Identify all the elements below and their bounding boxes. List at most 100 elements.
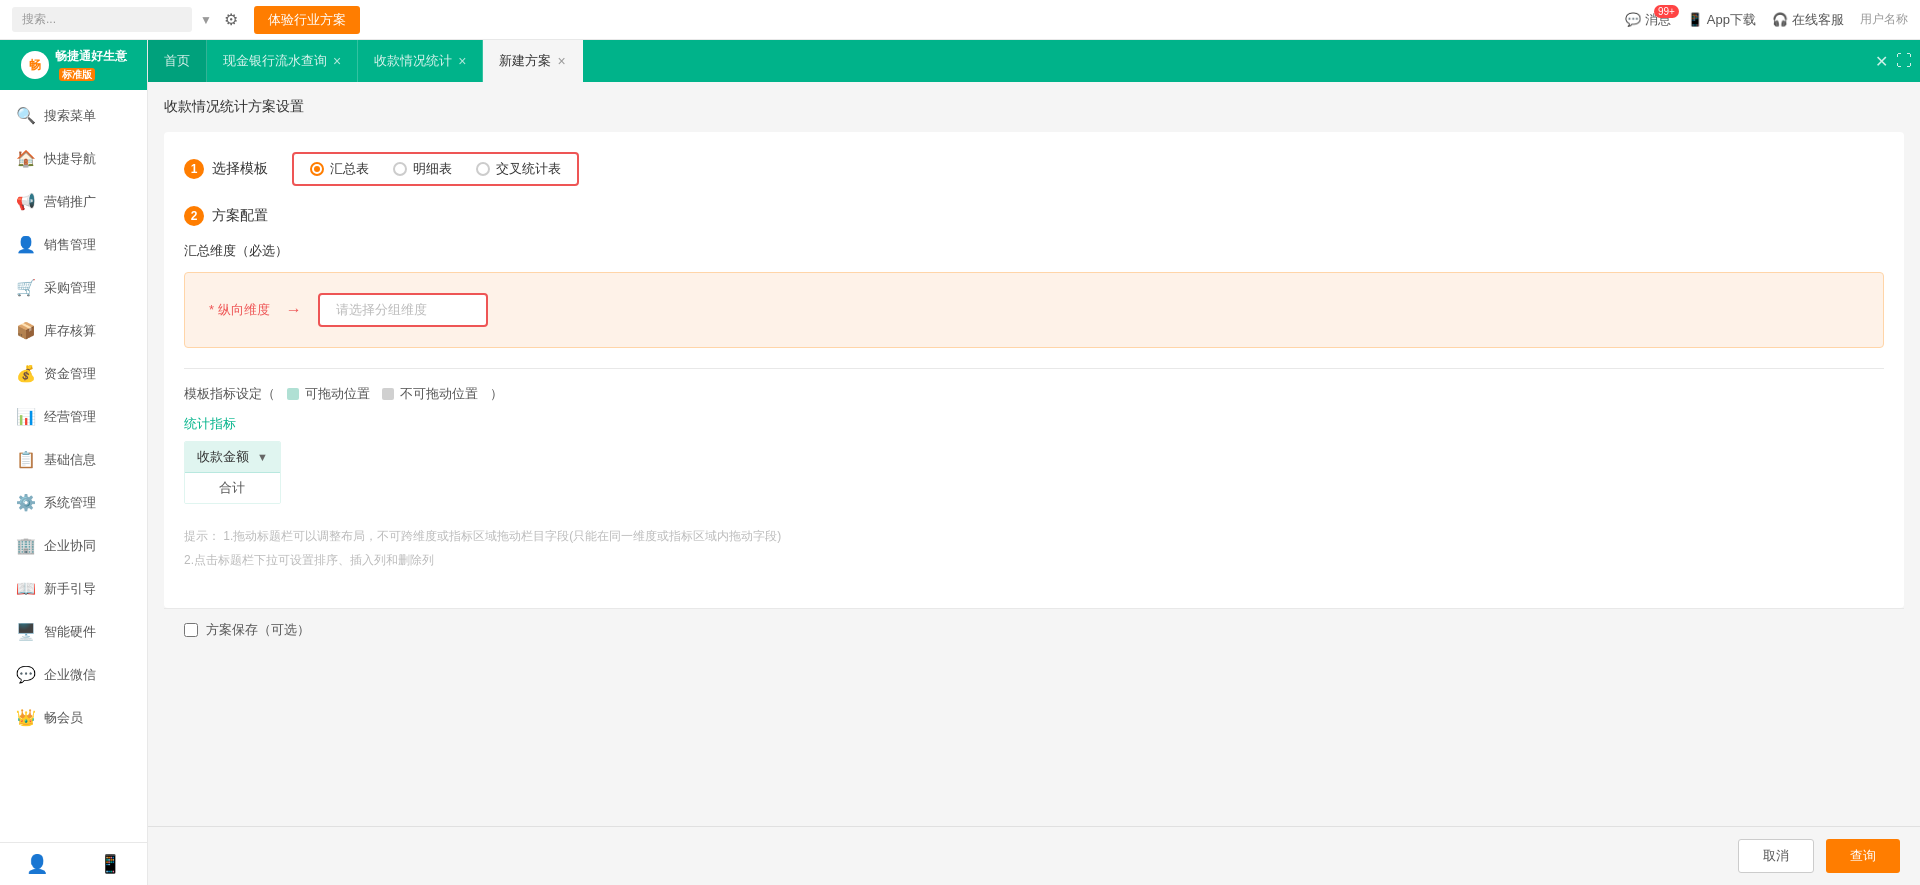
sidebar-item-wechat[interactable]: 💬 企业微信	[0, 653, 147, 696]
sidebar-item-purchase[interactable]: 🛒 采购管理	[0, 266, 147, 309]
sidebar-item-marketing[interactable]: 📢 营销推广	[0, 180, 147, 223]
save-section: 方案保存（可选）	[164, 608, 1904, 651]
sidebar-item-operations[interactable]: 📊 经营管理	[0, 395, 147, 438]
metrics-header[interactable]: 收款金额 ▼	[185, 442, 280, 473]
sidebar-item-sales[interactable]: 👤 销售管理	[0, 223, 147, 266]
sidebar-items: 🔍 搜索菜单 🏠 快捷导航 📢 营销推广 👤 销售管理 🛒 采购管理 📦	[0, 90, 147, 842]
tab-cash-bank-close-icon[interactable]: ×	[333, 54, 341, 68]
cancel-button[interactable]: 取消	[1738, 839, 1814, 873]
home-icon: 🏠	[16, 149, 36, 168]
tab-maximize-icon[interactable]: ⛶	[1896, 52, 1912, 70]
hint-1: 提示： 1.拖动标题栏可以调整布局，不可跨维度或指标区域拖动栏目字段(只能在同一…	[184, 524, 1884, 548]
query-button[interactable]: 查询	[1826, 839, 1900, 873]
template-radio-group: 汇总表 明细表 交叉统计表	[292, 152, 579, 186]
wechat-icon: 💬	[16, 665, 36, 684]
service-button[interactable]: 🎧 在线客服	[1772, 11, 1844, 29]
metrics-dropdown-icon[interactable]: ▼	[257, 451, 268, 463]
app-name: 畅捷通好生意	[55, 48, 127, 65]
message-icon: 💬	[1625, 12, 1641, 27]
fixed-indicator: 不可拖动位置	[382, 385, 478, 403]
tab-receipt-stats-close-icon[interactable]: ×	[458, 54, 466, 68]
message-button[interactable]: 💬 99+ 消息	[1625, 11, 1671, 29]
system-icon: ⚙️	[16, 493, 36, 512]
tab-home[interactable]: 首页	[148, 40, 207, 82]
tab-cash-bank[interactable]: 现金银行流水查询 ×	[207, 40, 358, 82]
sidebar-label-guide: 新手引导	[44, 580, 96, 598]
step1-section: 1 选择模板 汇总表 明细表 交叉统计表	[184, 152, 1884, 186]
metrics-suffix: ）	[490, 385, 503, 403]
radio-summary-circle	[310, 162, 324, 176]
fixed-label: 不可拖动位置	[400, 385, 478, 403]
sidebar-item-member[interactable]: 👑 畅会员	[0, 696, 147, 739]
radio-cross[interactable]: 交叉统计表	[476, 160, 561, 178]
form-card: 1 选择模板 汇总表 明细表 交叉统计表	[164, 132, 1904, 608]
sidebar-item-finance[interactable]: 💰 资金管理	[0, 352, 147, 395]
summary-dimension-title: 汇总维度（必选）	[184, 242, 1884, 260]
tab-close-action-icon[interactable]: ✕	[1875, 52, 1888, 71]
draggable-indicator: 可拖动位置	[287, 385, 370, 403]
metrics-toggle: 模板指标设定（ 可拖动位置 不可拖动位置 ）	[184, 385, 1884, 403]
radio-detail-circle	[393, 162, 407, 176]
sidebar-label-system: 系统管理	[44, 494, 96, 512]
sidebar: 畅 畅捷通好生意 标准版 🔍 搜索菜单 🏠 快捷导航 📢 营销推广 👤	[0, 40, 148, 885]
settings-icon[interactable]: ⚙	[224, 10, 238, 29]
hardware-icon: 🖥️	[16, 622, 36, 641]
sidebar-label-inventory: 库存核算	[44, 322, 96, 340]
dimension-placeholder: 请选择分组维度	[336, 302, 427, 317]
user-info[interactable]: 用户名称	[1860, 11, 1908, 28]
radio-detail[interactable]: 明细表	[393, 160, 452, 178]
sidebar-label-enterprise: 企业协同	[44, 537, 96, 555]
dimension-select[interactable]: 请选择分组维度	[318, 293, 488, 327]
search-box[interactable]: 搜索...	[12, 7, 192, 32]
divider	[184, 368, 1884, 369]
dropdown-arrow-icon[interactable]: ▼	[200, 13, 212, 27]
scan-icon: 📱	[99, 853, 121, 875]
sidebar-bottom: 👤 📱	[0, 842, 147, 885]
search-icon: 🔍	[16, 106, 36, 125]
guide-icon: 📖	[16, 579, 36, 598]
sidebar-label-operations: 经营管理	[44, 408, 96, 426]
tab-new-plan[interactable]: 新建方案 ×	[483, 40, 582, 82]
purchase-icon: 🛒	[16, 278, 36, 297]
finance-icon: 💰	[16, 364, 36, 383]
app-download-button[interactable]: 📱 App下载	[1687, 11, 1756, 29]
summary-dimension-title-text: 汇总维度（必选）	[184, 243, 288, 258]
tab-home-label: 首页	[164, 52, 190, 70]
sidebar-label-basic: 基础信息	[44, 451, 96, 469]
radio-cross-circle	[476, 162, 490, 176]
search-placeholder: 搜索...	[22, 12, 56, 26]
tab-new-plan-close-icon[interactable]: ×	[557, 54, 565, 68]
hint-section: 提示： 1.拖动标题栏可以调整布局，不可跨维度或指标区域拖动栏目字段(只能在同一…	[184, 524, 1884, 572]
tab-receipt-stats-label: 收款情况统计	[374, 52, 452, 70]
tab-receipt-stats[interactable]: 收款情况统计 ×	[358, 40, 483, 82]
radio-summary[interactable]: 汇总表	[310, 160, 369, 178]
sidebar-logo: 畅 畅捷通好生意 标准版	[0, 40, 147, 90]
sidebar-item-home[interactable]: 🏠 快捷导航	[0, 137, 147, 180]
step2-badge: 2	[184, 206, 204, 226]
sidebar-item-guide[interactable]: 📖 新手引导	[0, 567, 147, 610]
logo-text: 畅捷通好生意 标准版	[55, 48, 127, 82]
sidebar-item-search[interactable]: 🔍 搜索菜单	[0, 94, 147, 137]
sidebar-label-finance: 资金管理	[44, 365, 96, 383]
page-title: 收款情况统计方案设置	[164, 98, 1904, 116]
dimension-area: * 纵向维度 → 请选择分组维度	[184, 272, 1884, 348]
service-label: 在线客服	[1792, 11, 1844, 29]
trial-btn[interactable]: 体验行业方案	[254, 6, 360, 34]
step2-label: 方案配置	[212, 207, 268, 225]
sidebar-bottom-user[interactable]: 👤	[26, 853, 48, 875]
sidebar-item-basic[interactable]: 📋 基础信息	[0, 438, 147, 481]
sales-icon: 👤	[16, 235, 36, 254]
logo-char: 畅	[29, 57, 41, 74]
sidebar-bottom-scan[interactable]: 📱	[99, 853, 121, 875]
save-checkbox[interactable]	[184, 623, 198, 637]
sidebar-item-enterprise[interactable]: 🏢 企业协同	[0, 524, 147, 567]
inventory-icon: 📦	[16, 321, 36, 340]
sidebar-item-hardware[interactable]: 🖥️ 智能硬件	[0, 610, 147, 653]
sidebar-label-wechat: 企业微信	[44, 666, 96, 684]
metrics-section: 模板指标设定（ 可拖动位置 不可拖动位置 ） 统计指标	[184, 385, 1884, 504]
sidebar-item-inventory[interactable]: 📦 库存核算	[0, 309, 147, 352]
main-layout: 畅 畅捷通好生意 标准版 🔍 搜索菜单 🏠 快捷导航 📢 营销推广 👤	[0, 40, 1920, 885]
sidebar-item-system[interactable]: ⚙️ 系统管理	[0, 481, 147, 524]
sidebar-label-home: 快捷导航	[44, 150, 96, 168]
step2-header: 2 方案配置	[184, 206, 1884, 226]
